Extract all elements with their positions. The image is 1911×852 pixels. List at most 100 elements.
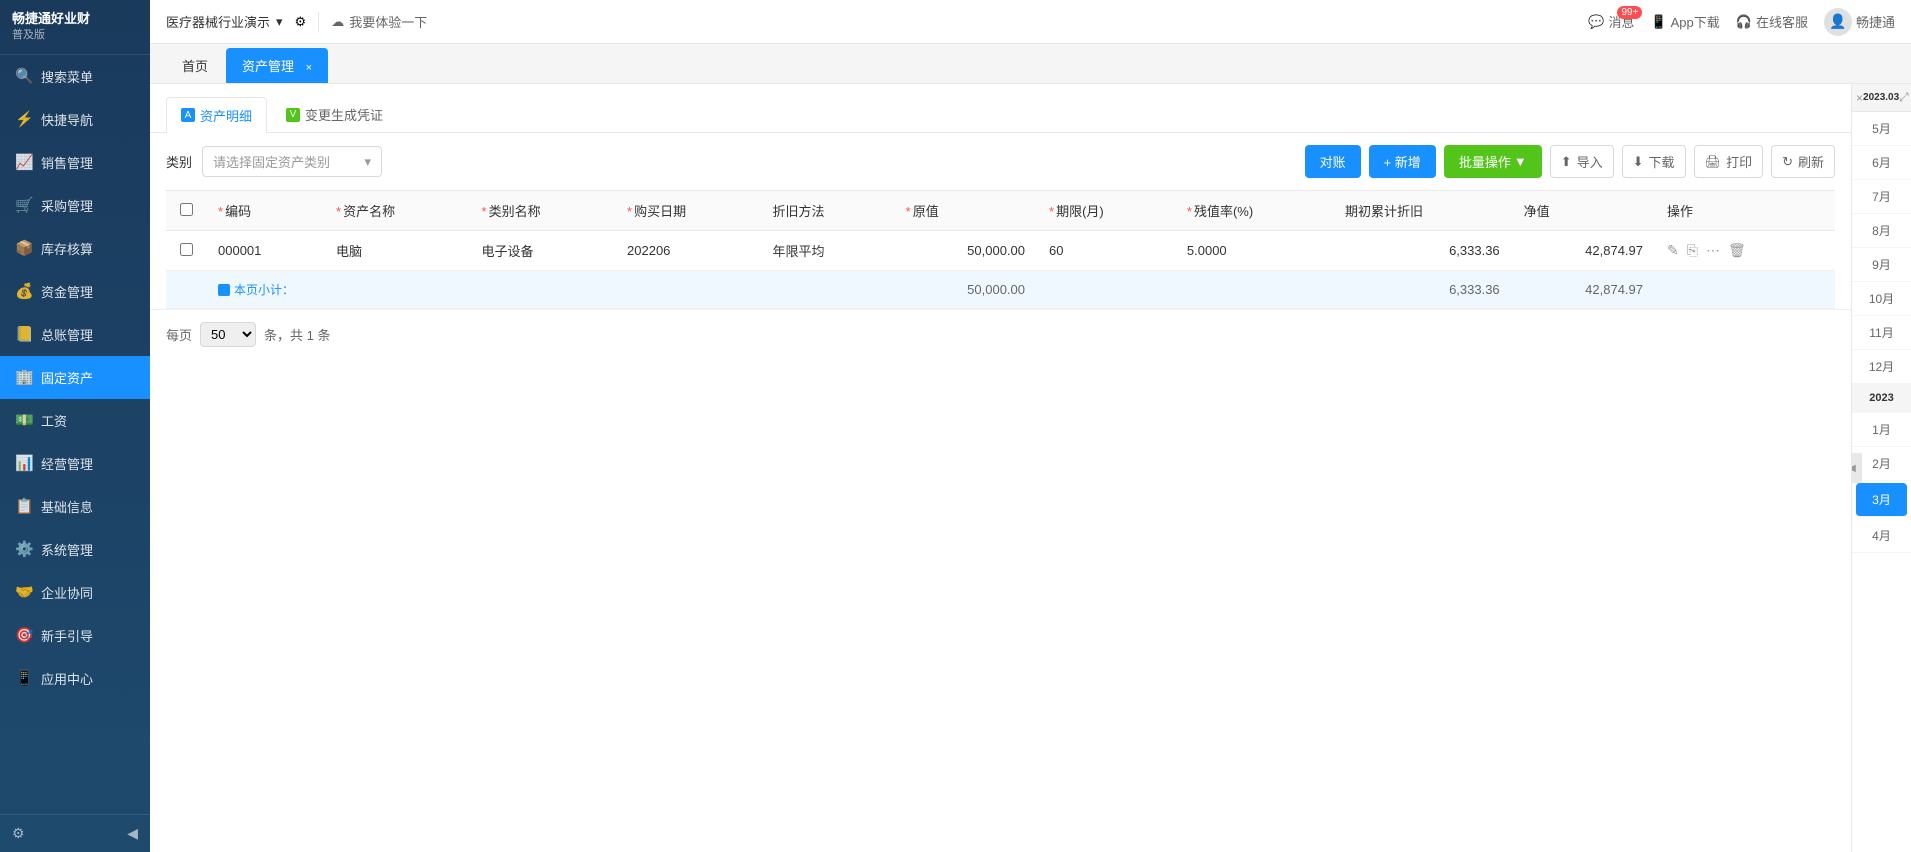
sidebar-icon-guide: 🎯: [15, 626, 33, 644]
edit-icon[interactable]: ✎: [1667, 242, 1679, 259]
gear-icon[interactable]: ⚙: [295, 14, 307, 30]
print-btn[interactable]: 🖨 打印: [1694, 145, 1764, 178]
subtotal-actions: [1655, 271, 1835, 309]
batch-ops-btn[interactable]: 批量操作 ▼: [1444, 145, 1542, 178]
company-name: 医疗器械行业演示: [166, 12, 270, 31]
subtotal-accumulated-depreciation: 6,333.36: [1333, 271, 1512, 309]
th-name: *资产名称: [324, 191, 470, 231]
toolbar-right: 对账 + 新增 批量操作 ▼ ⬆ 导入 ⬇ 下载 🖨: [1305, 145, 1835, 178]
sidebar-item-basic-info[interactable]: 📋基础信息: [0, 485, 150, 528]
th-period: *期限(月): [1037, 191, 1175, 231]
timeline-month-item[interactable]: 8月: [1852, 214, 1911, 248]
row-checkbox[interactable]: [180, 243, 193, 256]
experience-btn[interactable]: ☁ 我要体验一下: [331, 12, 427, 31]
sub-tab-change-voucher[interactable]: V 变更生成凭证: [271, 96, 398, 132]
tab-assets-mgmt-label: 资产管理: [242, 59, 294, 74]
more-icon[interactable]: ⋯: [1706, 242, 1720, 259]
sidebar-item-inventory[interactable]: 📦库存核算: [0, 227, 150, 270]
subtotal-row: 本页小计： 50,000.00 6,333.36 42,874.97: [166, 271, 1835, 309]
timeline-month-item[interactable]: 3月: [1856, 483, 1907, 517]
table-header-row: *编码 *资产名称 *类别名称 *购买日期 折旧方法 *原值 *期限(月) *残…: [166, 191, 1835, 231]
user-menu[interactable]: 👤 畅捷通: [1824, 8, 1895, 36]
filter-label: 类别: [166, 152, 192, 171]
sidebar-item-guide[interactable]: 🎯 新手引导: [0, 614, 150, 657]
th-category: *类别名称: [470, 191, 616, 231]
sidebar-item-purchase[interactable]: 🛒采购管理: [0, 184, 150, 227]
timeline-month-item[interactable]: 4月: [1852, 519, 1911, 553]
message-icon: 💬: [1588, 14, 1604, 30]
company-selector[interactable]: 医疗器械行业演示 ▾: [166, 12, 283, 31]
filter-chevron-icon: ▾: [364, 154, 371, 170]
cell-net-value: 42,874.97: [1512, 231, 1655, 271]
sidebar-label-sales: 销售管理: [41, 153, 93, 172]
timeline-month-item[interactable]: 1月: [1852, 413, 1911, 447]
delete-icon[interactable]: 🗑: [1728, 242, 1746, 259]
tab-close-icon[interactable]: ×: [306, 62, 312, 74]
username-label: 畅捷通: [1856, 12, 1895, 31]
download-btn[interactable]: ⬇ 下载: [1622, 145, 1686, 178]
sidebar-item-sales[interactable]: 📈销售管理: [0, 141, 150, 184]
table-body: 000001 电脑 电子设备 202206 年限平均 50,000.00 60 …: [166, 231, 1835, 309]
app-version: 普及版: [12, 28, 138, 43]
sidebar-label-inventory: 库存核算: [41, 239, 93, 258]
message-btn[interactable]: 💬 消息 99+: [1588, 12, 1634, 31]
sidebar-label-payroll: 工资: [41, 411, 67, 430]
timeline-toggle[interactable]: ◀: [1851, 453, 1862, 483]
assets-table-wrap: *编码 *资产名称 *类别名称 *购买日期 折旧方法 *原值 *期限(月) *残…: [150, 190, 1851, 309]
sidebar-item-operations[interactable]: 📊经营管理: [0, 442, 150, 485]
tab-assets-mgmt[interactable]: 资产管理 ×: [226, 48, 328, 83]
timeline-month-item[interactable]: 6月: [1852, 146, 1911, 180]
subtotal-original-value: 50,000.00: [894, 271, 1037, 309]
export-btn[interactable]: ⬆ 导入: [1550, 145, 1614, 178]
toolbar-left: 类别 请选择固定资产类别 ▾: [166, 146, 382, 177]
th-actions: 操作: [1655, 191, 1835, 231]
refresh-btn[interactable]: ↻ 刷新: [1771, 145, 1835, 178]
sub-tab-assets-detail-label: 资产明细: [200, 106, 252, 125]
online-service-btn[interactable]: 🎧 在线客服: [1736, 12, 1808, 31]
settings-icon[interactable]: ⚙: [12, 825, 25, 842]
change-voucher-icon: V: [286, 108, 300, 122]
subtotal-residual-rate: [1175, 271, 1333, 309]
timeline-expand-icon[interactable]: ⤢: [1899, 90, 1909, 105]
timeline-month-item[interactable]: 11月: [1852, 316, 1911, 350]
timeline-panel: ◀ × 2023.03 ⤢ 5月6月7月8月9月10月11月12月20231月2…: [1851, 84, 1911, 852]
select-all-checkbox[interactable]: [180, 203, 193, 216]
new-btn[interactable]: + 新增: [1369, 145, 1436, 178]
timeline-close-icon[interactable]: ×: [1856, 91, 1863, 105]
per-page-select[interactable]: 50 10 20 100: [200, 322, 256, 347]
app-name: 畅捷通好业财: [12, 10, 138, 28]
export-label: 导入: [1577, 152, 1603, 171]
timeline-month-item[interactable]: 12月: [1852, 350, 1911, 384]
assets-detail-icon: A: [181, 108, 195, 122]
sidebar-icon-operations: 📊: [15, 454, 33, 472]
collapse-icon[interactable]: ◀: [127, 825, 138, 842]
th-checkbox: [166, 191, 206, 231]
sidebar-label-enterprise: 企业协同: [41, 583, 93, 602]
timeline-month-item[interactable]: 9月: [1852, 248, 1911, 282]
th-net-value: 净值: [1512, 191, 1655, 231]
sidebar-item-app-center[interactable]: 📱应用中心: [0, 657, 150, 700]
timeline-month-item[interactable]: 5月: [1852, 112, 1911, 146]
refresh-icon: ↻: [1782, 154, 1793, 170]
sidebar-item-ledger[interactable]: 📒总账管理: [0, 313, 150, 356]
sub-tab-assets-detail[interactable]: A 资产明细: [166, 97, 267, 133]
sidebar-icon-finance: 💰: [15, 282, 33, 300]
sidebar-item-search[interactable]: 🔍搜索菜单: [0, 55, 150, 98]
sidebar-item-system[interactable]: ⚙️系统管理: [0, 528, 150, 571]
tab-home[interactable]: 首页: [166, 48, 224, 83]
sub-tabs: A 资产明细 V 变更生成凭证: [150, 84, 1851, 133]
sidebar-item-enterprise[interactable]: 🤝企业协同: [0, 571, 150, 614]
timeline-month-item[interactable]: 10月: [1852, 282, 1911, 316]
sidebar-item-fixed-assets[interactable]: 🏢固定资产: [0, 356, 150, 399]
sidebar-label-fixed-assets: 固定资产: [41, 368, 93, 387]
timeline-month-item[interactable]: 7月: [1852, 180, 1911, 214]
reconcile-btn[interactable]: 对账: [1305, 145, 1361, 178]
category-filter[interactable]: 请选择固定资产类别 ▾: [202, 146, 382, 177]
sidebar-item-payroll[interactable]: 💵工资: [0, 399, 150, 442]
app-download-btn[interactable]: 📱 App下载: [1650, 12, 1719, 31]
sidebar-label-guide: 新手引导: [41, 626, 93, 645]
sidebar-item-quick-nav[interactable]: ⚡快捷导航: [0, 98, 150, 141]
sidebar-item-finance[interactable]: 💰资金管理: [0, 270, 150, 313]
copy-icon[interactable]: ⎘: [1687, 242, 1698, 259]
sidebar-scroll: 🔍搜索菜单⚡快捷导航📈销售管理🛒采购管理📦库存核算💰资金管理📒总账管理🏢固定资产…: [0, 55, 150, 814]
